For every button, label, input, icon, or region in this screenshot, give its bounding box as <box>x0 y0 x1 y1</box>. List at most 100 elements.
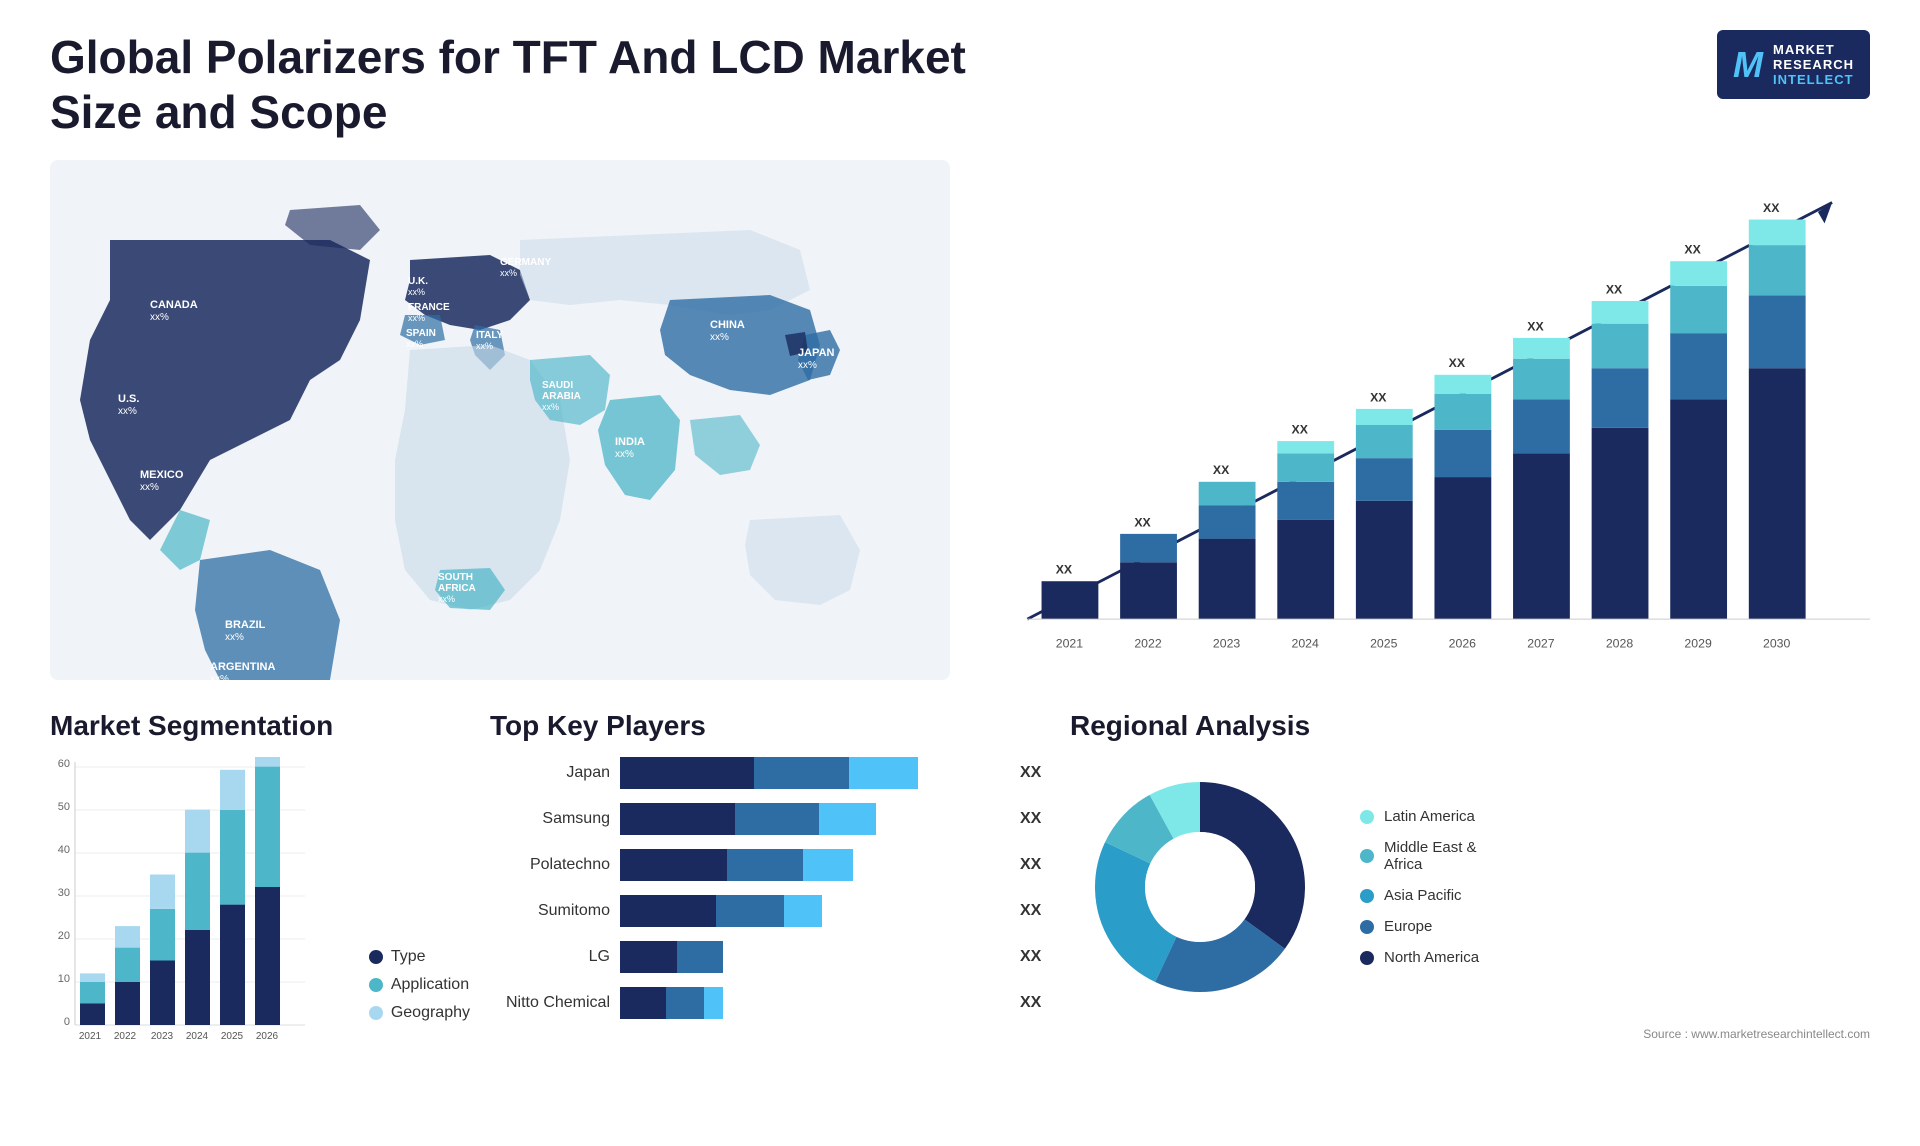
player-bar-sumitomo-seg2 <box>716 895 785 927</box>
seg-chart-area: 0 10 20 30 40 50 60 <box>50 757 470 1052</box>
svg-text:20: 20 <box>58 930 70 942</box>
world-map: CANADA xx% U.S. xx% MEXICO xx% BRAZIL xx… <box>50 160 950 680</box>
legend-geo-dot <box>369 1006 383 1020</box>
label-southafrica: SOUTH <box>438 572 473 583</box>
svg-text:2026: 2026 <box>1449 637 1477 651</box>
svg-text:2025: 2025 <box>1370 637 1398 651</box>
svg-text:2027: 2027 <box>1527 637 1555 651</box>
player-name-nitto: Nitto Chemical <box>490 994 610 1012</box>
growth-chart-section: XX 2021 XX 2022 XX 2023 <box>980 160 1870 680</box>
svg-text:0: 0 <box>64 1016 70 1028</box>
legend-geo-label: Geography <box>391 1004 470 1022</box>
player-bar-sumitomo-seg3 <box>784 895 822 927</box>
player-name-samsung: Samsung <box>490 810 610 828</box>
label-brazil: BRAZIL <box>225 619 266 631</box>
player-row-nitto: Nitto Chemical XX <box>490 987 1050 1019</box>
legend-type: Type <box>369 948 470 966</box>
logo-research: RESEARCH <box>1773 57 1854 72</box>
svg-text:xx%: xx% <box>210 674 229 680</box>
player-bar-japan <box>620 757 1002 789</box>
legend-type-dot <box>369 950 383 964</box>
player-bar-nitto-seg1 <box>620 987 666 1019</box>
svg-text:xx%: xx% <box>408 287 425 297</box>
player-bar-nitto-seg2 <box>666 987 704 1019</box>
player-bar-lg-seg1 <box>620 941 677 973</box>
player-val-polatechno: XX <box>1020 856 1050 874</box>
svg-text:xx%: xx% <box>118 406 137 417</box>
reg-label-mea: Middle East &Africa <box>1384 839 1477 873</box>
header: Global Polarizers for TFT And LCD Market… <box>50 30 1870 140</box>
svg-text:2023: 2023 <box>1213 637 1241 651</box>
svg-text:ARABIA: ARABIA <box>542 391 581 402</box>
player-bar-samsung-seg1 <box>620 803 735 835</box>
label-germany: GERMANY <box>500 257 551 268</box>
player-row-polatechno: Polatechno XX <box>490 849 1050 881</box>
svg-text:XX: XX <box>1763 201 1780 215</box>
regional-title: Regional Analysis <box>1070 710 1870 742</box>
svg-text:xx%: xx% <box>406 339 423 349</box>
svg-text:xx%: xx% <box>140 482 159 493</box>
reg-label-ap: Asia Pacific <box>1384 887 1462 904</box>
player-row-japan: Japan XX <box>490 757 1050 789</box>
reg-dot-ap <box>1360 889 1374 903</box>
reg-legend-na: North America <box>1360 949 1479 966</box>
svg-text:2022: 2022 <box>114 1031 137 1042</box>
svg-text:XX: XX <box>1292 423 1309 437</box>
player-row-lg: LG XX <box>490 941 1050 973</box>
svg-text:xx%: xx% <box>798 360 817 371</box>
seg-legend: Type Application Geography <box>369 948 470 1052</box>
svg-text:2024: 2024 <box>1292 637 1320 651</box>
svg-text:XX: XX <box>1134 516 1151 530</box>
label-france: FRANCE <box>408 302 450 313</box>
logo-box: M MARKET RESEARCH INTELLECT <box>1717 30 1870 99</box>
regional-legend: Latin America Middle East &Africa Asia P… <box>1360 808 1479 966</box>
player-row-sumitomo: Sumitomo XX <box>490 895 1050 927</box>
player-bar-sumitomo <box>620 895 1002 927</box>
svg-text:xx%: xx% <box>710 332 729 343</box>
reg-legend-mea: Middle East &Africa <box>1360 839 1479 873</box>
logo-m-icon: M <box>1733 44 1763 86</box>
label-spain: SPAIN <box>406 328 436 339</box>
svg-text:xx%: xx% <box>438 594 455 604</box>
svg-text:xx%: xx% <box>150 312 169 323</box>
svg-text:2021: 2021 <box>1056 637 1084 651</box>
segmentation-section: Market Segmentation 0 10 20 30 40 50 60 <box>50 710 470 1052</box>
svg-text:xx%: xx% <box>408 313 425 323</box>
svg-text:2025: 2025 <box>221 1031 244 1042</box>
svg-text:2023: 2023 <box>151 1031 174 1042</box>
label-us: U.S. <box>118 393 139 405</box>
reg-legend-europe: Europe <box>1360 918 1479 935</box>
player-bar-japan-seg2 <box>754 757 850 789</box>
page-title: Global Polarizers for TFT And LCD Market… <box>50 30 1050 140</box>
logo-intellect: INTELLECT <box>1773 72 1854 87</box>
reg-label-latin: Latin America <box>1384 808 1475 825</box>
seg-chart-container: 0 10 20 30 40 50 60 <box>50 757 354 1052</box>
player-val-sumitomo: XX <box>1020 902 1050 920</box>
growth-chart-wrapper: XX 2021 XX 2022 XX 2023 <box>980 170 1870 685</box>
reg-label-europe: Europe <box>1384 918 1432 935</box>
player-bar-nitto-seg3 <box>704 987 723 1019</box>
donut-container <box>1070 757 1330 1017</box>
label-saudi: SAUDI <box>542 380 573 391</box>
legend-app-label: Application <box>391 976 469 994</box>
player-bar-sumitomo-seg1 <box>620 895 716 927</box>
map-section: CANADA xx% U.S. xx% MEXICO xx% BRAZIL xx… <box>50 160 950 680</box>
svg-text:2029: 2029 <box>1684 637 1712 651</box>
reg-dot-mea <box>1360 849 1374 863</box>
player-bar-nitto <box>620 987 1002 1019</box>
svg-text:XX: XX <box>1606 283 1623 297</box>
player-bar-lg <box>620 941 1002 973</box>
player-val-japan: XX <box>1020 764 1050 782</box>
reg-dot-europe <box>1360 920 1374 934</box>
player-row-samsung: Samsung XX <box>490 803 1050 835</box>
svg-text:10: 10 <box>58 973 70 985</box>
player-bar-lg-seg2 <box>677 941 723 973</box>
label-argentina: ARGENTINA <box>210 661 275 673</box>
growth-chart-svg: XX 2021 XX 2022 XX 2023 <box>980 170 1870 680</box>
svg-text:2021: 2021 <box>79 1031 102 1042</box>
donut-chart-svg <box>1070 757 1330 1017</box>
label-italy: ITALY <box>476 330 504 341</box>
player-bar-polatechno <box>620 849 1002 881</box>
player-bar-polatechno-seg3 <box>803 849 853 881</box>
page-container: Global Polarizers for TFT And LCD Market… <box>0 0 1920 1146</box>
